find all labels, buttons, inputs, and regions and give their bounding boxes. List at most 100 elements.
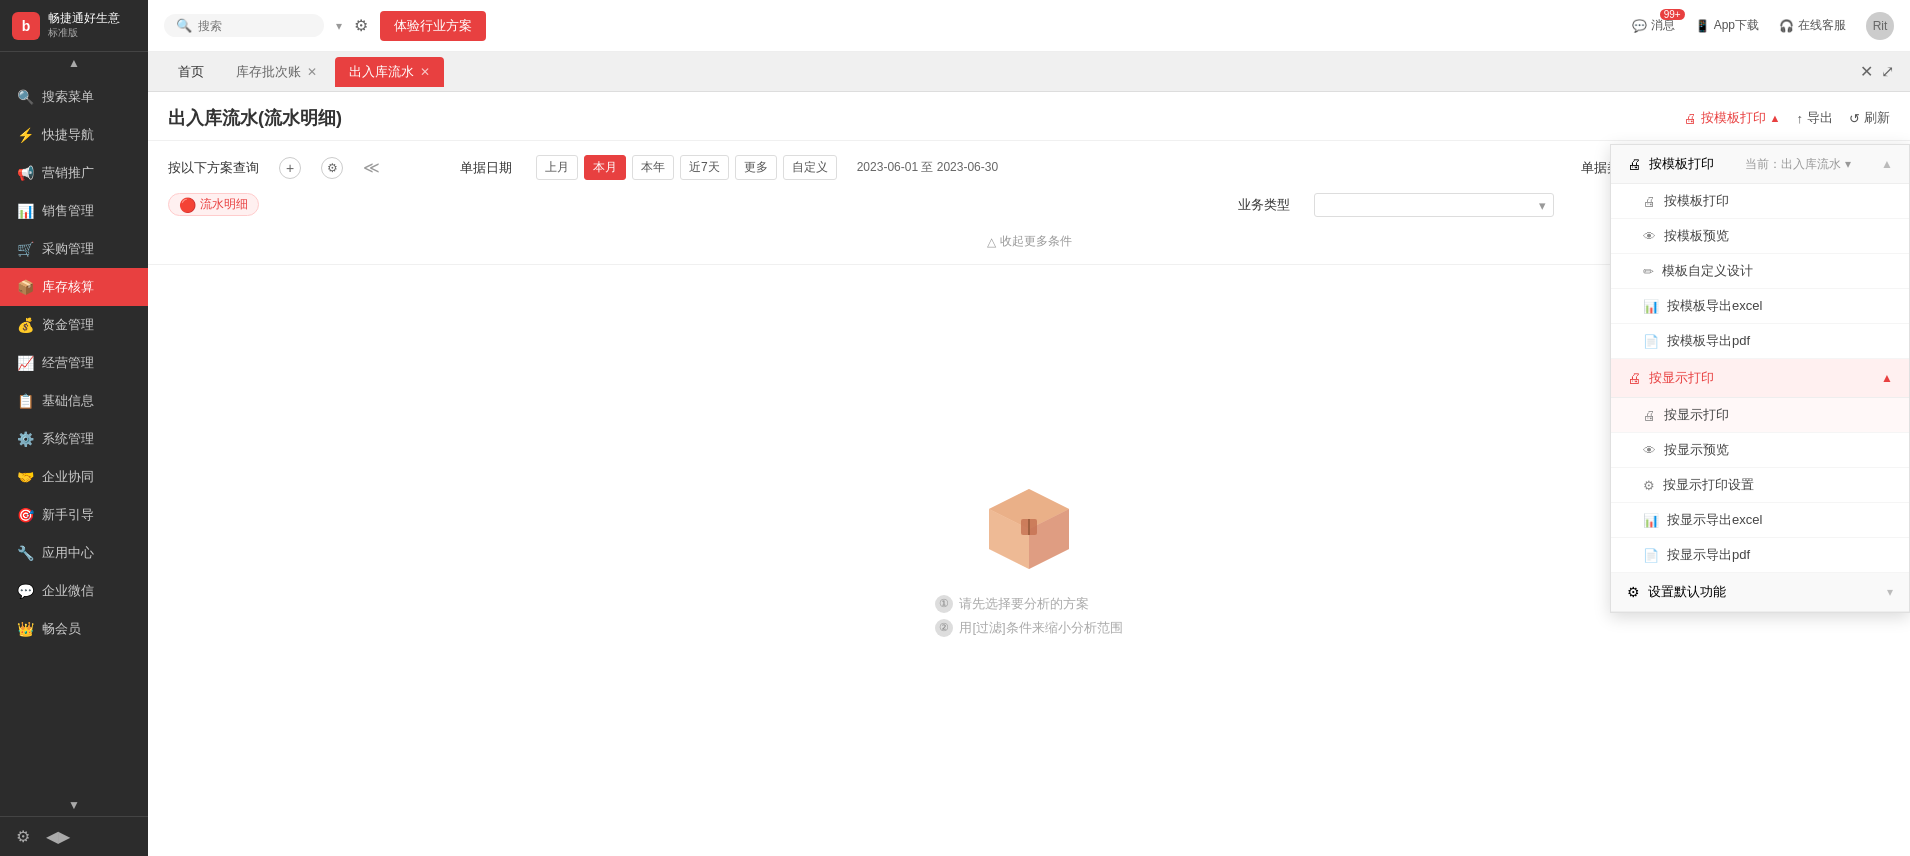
tab-batch-close[interactable]: ✕ [307, 65, 317, 79]
date-btn-more[interactable]: 更多 [735, 155, 777, 180]
date-filter-group: 上月 本月 本年 近7天 更多 自定义 [536, 155, 837, 180]
search-icon: 🔍 [176, 18, 192, 33]
message-button[interactable]: 💬 消息 99+ [1632, 17, 1675, 34]
filter-settings-button[interactable]: ⚙ [321, 157, 343, 179]
sidebar-item-label: 基础信息 [42, 392, 94, 410]
page-content: 出入库流水(流水明细) 🖨 按模板打印 ▲ ↑ 导出 ↺ 刷新 [148, 92, 1910, 856]
message-badge: 99+ [1660, 9, 1685, 20]
display-preview-item[interactable]: 👁 按显示预览 [1611, 433, 1909, 468]
sidebar-item-wechat[interactable]: 💬 企业微信 [0, 572, 148, 610]
sidebar-bottom: ⚙ ◀▶ [0, 816, 148, 856]
sidebar-item-finance[interactable]: 💰 资金管理 [0, 306, 148, 344]
display-print-section-header[interactable]: 🖨 按显示打印 ▲ [1611, 359, 1909, 398]
close-all-tabs-button[interactable]: ✕ [1860, 62, 1873, 81]
search-input[interactable] [198, 19, 298, 33]
expand-button[interactable]: ⤢ [1881, 62, 1894, 81]
display-pdf-icon: 📄 [1643, 548, 1659, 563]
sidebar-item-label: 新手引导 [42, 506, 94, 524]
date-range-text: 2023-06-01 至 2023-06-30 [857, 159, 998, 176]
excel-item-icon: 📊 [1643, 299, 1659, 314]
header-search-chevron[interactable]: ▾ [336, 19, 342, 33]
filter-collapse-icon[interactable]: ≪ [363, 158, 380, 177]
business-type-label: 业务类型 [1238, 196, 1294, 214]
tab-home[interactable]: 首页 [164, 57, 218, 87]
headset-icon: 🎧 [1779, 19, 1794, 33]
tab-batch-label: 库存批次账 [236, 63, 301, 81]
printer-section-icon: 🖨 [1627, 156, 1641, 172]
settings-bottom-icon[interactable]: ⚙ [16, 827, 30, 846]
operations-icon: 📈 [16, 355, 34, 371]
display-excel-icon: 📊 [1643, 513, 1659, 528]
user-profile-button[interactable]: Rit [1866, 12, 1894, 40]
tab-flow-close[interactable]: ✕ [420, 65, 430, 79]
business-type-select[interactable] [1314, 193, 1554, 217]
sidebar-item-purchase[interactable]: 🛒 采购管理 [0, 230, 148, 268]
sidebar-scroll-up[interactable]: ▲ [0, 52, 148, 74]
sidebar-item-guide[interactable]: 🎯 新手引导 [0, 496, 148, 534]
header-search-box[interactable]: 🔍 [164, 14, 324, 37]
display-print-item-icon: 🖨 [1643, 408, 1656, 423]
tab-flow[interactable]: 出入库流水 ✕ [335, 57, 444, 87]
template-export-excel-item[interactable]: 📊 按模板导出excel [1611, 289, 1909, 324]
hint-num-2: ② [935, 619, 953, 637]
display-print-settings-item[interactable]: ⚙ 按显示打印设置 [1611, 468, 1909, 503]
default-function-section-header[interactable]: ⚙ 设置默认功能 ▾ [1611, 573, 1909, 612]
date-btn-current-year[interactable]: 本年 [632, 155, 674, 180]
sidebar-item-enterprise[interactable]: 🤝 企业协同 [0, 458, 148, 496]
display-print-item[interactable]: 🖨 按显示打印 [1611, 398, 1909, 433]
template-export-pdf-item[interactable]: 📄 按模板导出pdf [1611, 324, 1909, 359]
collapse-sidebar-icon[interactable]: ◀▶ [46, 827, 70, 846]
display-section-chevron: ▲ [1881, 371, 1893, 385]
basics-icon: 📋 [16, 393, 34, 409]
hint-text-2: 用[过滤]条件来缩小分析范围 [959, 619, 1122, 637]
sidebar-item-search[interactable]: 🔍 搜索菜单 [0, 78, 148, 116]
display-export-excel-item[interactable]: 📊 按显示导出excel [1611, 503, 1909, 538]
sidebar-item-inventory[interactable]: 📦 库存核算 [0, 268, 148, 306]
collapse-filter-button[interactable]: △ 收起更多条件 [987, 233, 1072, 250]
template-print-title: 🖨 按模板打印 [1627, 155, 1714, 173]
default-section-chevron: ▾ [1887, 585, 1893, 599]
template-preview-item[interactable]: 👁 按模板预览 [1611, 219, 1909, 254]
date-btn-last-month[interactable]: 上月 [536, 155, 578, 180]
empty-hints: ① 请先选择要分析的方案 ② 用[过滤]条件来缩小分析范围 [935, 595, 1122, 643]
display-export-excel-label: 按显示导出excel [1667, 511, 1762, 529]
pdf-item-icon: 📄 [1643, 334, 1659, 349]
template-export-excel-label: 按模板导出excel [1667, 297, 1762, 315]
window-controls: ✕ ⤢ [1860, 62, 1894, 81]
date-btn-current-month[interactable]: 本月 [584, 155, 626, 180]
sidebar-item-basics[interactable]: 📋 基础信息 [0, 382, 148, 420]
sidebar-item-operations[interactable]: 📈 经营管理 [0, 344, 148, 382]
app-download-label: App下载 [1714, 17, 1759, 34]
date-btn-last-7[interactable]: 近7天 [680, 155, 729, 180]
sidebar-scroll-down[interactable]: ▼ [0, 794, 148, 816]
export-button[interactable]: ↑ 导出 [1797, 109, 1834, 127]
print-template-button[interactable]: 🖨 按模板打印 ▲ [1684, 109, 1781, 127]
filter-add-button[interactable]: + [279, 157, 301, 179]
sidebar-item-app-center[interactable]: 🔧 应用中心 [0, 534, 148, 572]
display-export-pdf-item[interactable]: 📄 按显示导出pdf [1611, 538, 1909, 573]
header-gear-icon[interactable]: ⚙ [354, 16, 368, 35]
template-custom-item[interactable]: ✏ 模板自定义设计 [1611, 254, 1909, 289]
search-nav-icon: 🔍 [16, 89, 34, 105]
sidebar-item-quick-nav[interactable]: ⚡ 快捷导航 [0, 116, 148, 154]
online-service-button[interactable]: 🎧 在线客服 [1779, 17, 1846, 34]
template-preview-item-label: 按模板预览 [1664, 227, 1729, 245]
active-filter-tag[interactable]: 🔴 流水明细 [168, 193, 259, 216]
template-print-item[interactable]: 🖨 按模板打印 [1611, 184, 1909, 219]
sidebar-item-label: 系统管理 [42, 430, 94, 448]
sidebar-item-sales[interactable]: 📊 销售管理 [0, 192, 148, 230]
main-area: 🔍 ▾ ⚙ 体验行业方案 💬 消息 99+ 📱 App下载 🎧 在线客服 [148, 0, 1910, 856]
app-download-button[interactable]: 📱 App下载 [1695, 17, 1759, 34]
display-export-pdf-label: 按显示导出pdf [1667, 546, 1750, 564]
trial-button[interactable]: 体验行业方案 [380, 11, 486, 41]
sidebar-item-vip[interactable]: 👑 畅会员 [0, 610, 148, 648]
sales-icon: 📊 [16, 203, 34, 219]
sidebar-item-system[interactable]: ⚙️ 系统管理 [0, 420, 148, 458]
default-function-icon: ⚙ [1627, 584, 1640, 600]
template-export-pdf-label: 按模板导出pdf [1667, 332, 1750, 350]
tab-batch[interactable]: 库存批次账 ✕ [222, 57, 331, 87]
template-print-section-header[interactable]: 🖨 按模板打印 当前：出入库流水 ▾ ▲ [1611, 145, 1909, 184]
refresh-button[interactable]: ↺ 刷新 [1849, 109, 1890, 127]
sidebar-item-marketing[interactable]: 📢 营销推广 [0, 154, 148, 192]
date-btn-custom[interactable]: 自定义 [783, 155, 837, 180]
